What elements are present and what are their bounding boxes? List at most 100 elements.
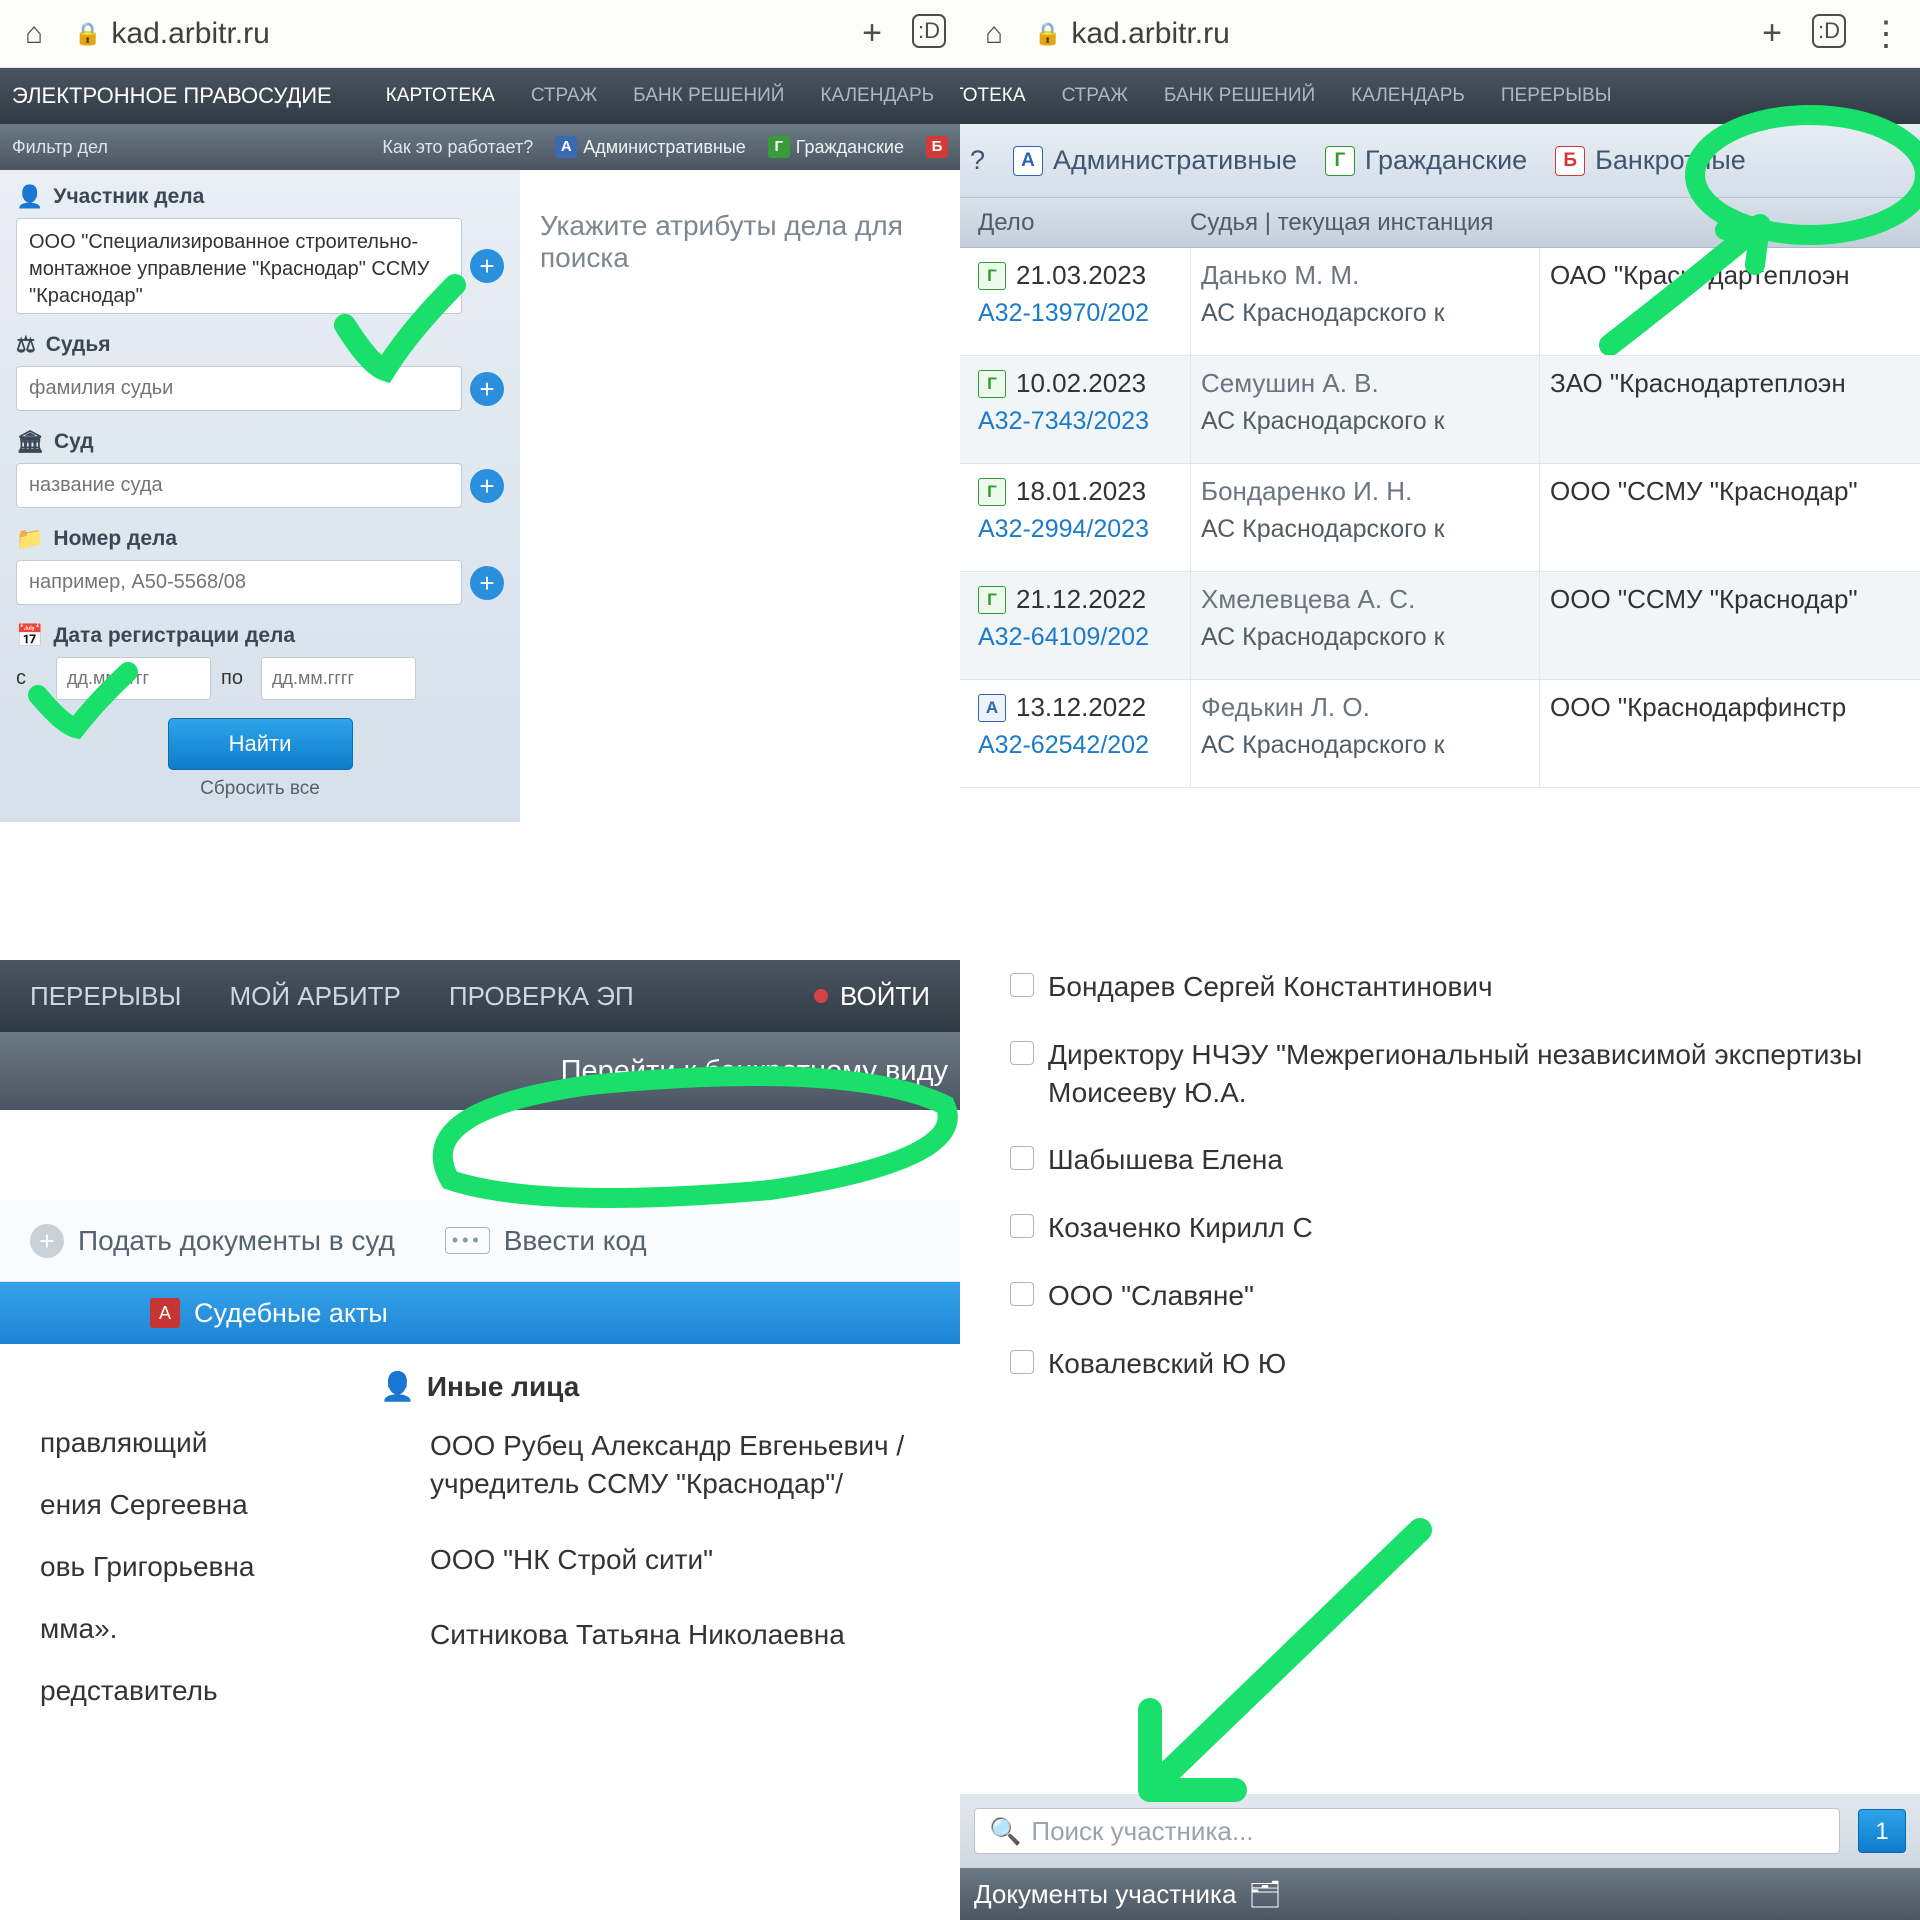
table-row[interactable]: Г21.12.2022А32-64109/202Хмелевцева А. С.… (960, 572, 1920, 680)
folder-icon: 🗂 (1248, 1879, 1281, 1910)
tab-kartoteka[interactable]: ТОТЕКА (960, 85, 1026, 107)
table-row[interactable]: А13.12.2022А32-62542/202Федькин Л. О.АС … (960, 680, 1920, 788)
person-icon: 👤 (380, 1370, 415, 1403)
menu-icon[interactable]: ⋮ (1866, 14, 1906, 54)
list-item[interactable]: ООО Рубец Александр Евгеньевич /учредите… (430, 1427, 920, 1503)
gavel-icon: ⚖ (16, 332, 36, 358)
home-icon[interactable]: ⌂ (974, 14, 1014, 54)
add-judge-button[interactable]: + (470, 372, 504, 406)
checkbox-icon[interactable] (1010, 1350, 1034, 1374)
table-row[interactable]: Г10.02.2023А32-7343/2023Семушин А. В.АС … (960, 356, 1920, 464)
tab-calendar[interactable]: КАЛЕНДАРЬ (1351, 85, 1465, 107)
tab-perer[interactable]: ПЕРЕРЫВЫ (30, 981, 181, 1012)
court-input[interactable] (16, 463, 462, 508)
filter-admin[interactable]: ААдминистративные (1013, 145, 1297, 176)
checkbox-icon[interactable] (1010, 1282, 1034, 1306)
case-input[interactable] (16, 560, 462, 605)
filter-sidebar: 👤 Участник дела ООО "Специализированное с… (0, 170, 520, 822)
search-row: 🔍Поиск участника... 1 (960, 1794, 1920, 1868)
login-button[interactable]: ВОЙТИ (814, 981, 930, 1012)
submit-docs-button[interactable]: +Подать документы в суд (30, 1224, 395, 1258)
action-bar: +Подать документы в суд •••Ввести код (0, 1200, 960, 1282)
table-row[interactable]: Г18.01.2023А32-2994/2023Бондаренко И. Н.… (960, 464, 1920, 572)
tab-strazh[interactable]: СТРАЖ (531, 85, 597, 107)
date-label: Дата регистрации дела (53, 624, 295, 648)
how-link[interactable]: Как это работает? (382, 137, 533, 158)
list-item: ения Сергеевна (40, 1489, 370, 1521)
cat-admin[interactable]: ААдминистративные (555, 136, 746, 158)
filter-bankrupt[interactable]: ББанкротные (1555, 145, 1746, 176)
checkbox-icon[interactable] (1010, 1041, 1034, 1065)
address-bar[interactable]: 🔒kad.arbitr.ru (74, 17, 270, 51)
tab-perer[interactable]: ПЕРЕРЫВЫ (1501, 85, 1612, 107)
date-from-input[interactable] (56, 657, 211, 700)
browser-chrome: ⌂ 🔒kad.arbitr.ru + :D (0, 0, 960, 68)
new-tab-icon[interactable]: + (852, 14, 892, 53)
checkbox-icon[interactable] (1010, 973, 1034, 997)
date-to-input[interactable] (261, 657, 416, 700)
judge-label: Судья (46, 333, 111, 357)
tab-bank[interactable]: БАНК РЕШЕНИЙ (1164, 85, 1315, 107)
top-nav: ПЕРЕРЫВЫ МОЙ АРБИТР ПРОВЕРКА ЭП ВОЙТИ (0, 960, 960, 1032)
how-link[interactable]: ? (970, 145, 985, 176)
main-hint: Укажите атрибуты дела для поиска (520, 170, 960, 822)
participants-list: Бондарев Сергей Константинович Директору … (960, 960, 1920, 1383)
tab-strazh[interactable]: СТРАЖ (1062, 85, 1128, 107)
add-case-button[interactable]: + (470, 566, 504, 600)
reset-link[interactable]: Сбросить все (16, 778, 504, 800)
tab-calendar[interactable]: КАЛЕНДАРЬ (820, 85, 934, 107)
add-participant-button[interactable]: + (470, 249, 504, 283)
new-tab-icon[interactable]: + (1752, 14, 1792, 54)
cat-bank[interactable]: Б (926, 136, 948, 158)
participant-search-input[interactable]: 🔍Поиск участника... (974, 1808, 1840, 1854)
home-icon[interactable]: ⌂ (14, 14, 54, 54)
cat-civil[interactable]: ГГражданские (768, 136, 904, 158)
top-nav: ЭЛЕКТРОННОЕ ПРАВОСУДИЕ КАРТОТЕКА СТРАЖ Б… (0, 68, 960, 124)
type-filter-bar: ? ААдминистративные ГГражданские ББанкро… (960, 124, 1920, 198)
search-button[interactable]: Найти (168, 718, 353, 770)
list-item[interactable]: ООО "НК Строй сити" (430, 1541, 920, 1579)
participant-label: Участник дела (53, 185, 204, 209)
participant-checkbox-item[interactable]: Шабышева Елена (1010, 1141, 1910, 1179)
annotation-arrow (1070, 1510, 1450, 1830)
folder-icon: 📁 (16, 526, 43, 552)
person-icon: 👤 (16, 184, 43, 210)
list-item: правляющий (40, 1427, 370, 1459)
list-item[interactable]: Ситникова Татьяна Николаевна (430, 1616, 920, 1654)
plus-icon: + (30, 1224, 64, 1258)
browser-chrome: ⌂ 🔒kad.arbitr.ru + :D ⋮ (960, 0, 1920, 68)
judge-input[interactable] (16, 366, 462, 411)
participant-checkbox-item[interactable]: Козаченко Кирилл С (1010, 1209, 1910, 1247)
tab-check-ep[interactable]: ПРОВЕРКА ЭП (449, 981, 634, 1012)
participant-checkbox-item[interactable]: Директору НЧЭУ "Межрегиональный независи… (1010, 1036, 1910, 1112)
tab-bank[interactable]: БАНК РЕШЕНИЙ (633, 85, 784, 107)
participant-checkbox-item[interactable]: ООО "Славяне" (1010, 1277, 1910, 1315)
tab-kartoteka[interactable]: КАРТОТЕКА (386, 85, 495, 107)
table-row[interactable]: Г21.03.2023А32-13970/202Данько М. М.АС К… (960, 248, 1920, 356)
add-court-button[interactable]: + (470, 469, 504, 503)
page-button-1[interactable]: 1 (1858, 1809, 1906, 1853)
participant-checkbox-item[interactable]: Бондарев Сергей Константинович (1010, 968, 1910, 1006)
sub-nav: Фильтр дел Как это работает? ААдминистра… (0, 124, 960, 170)
participant-input[interactable]: ООО "Специализированное строительно-монт… (16, 218, 462, 314)
address-bar[interactable]: 🔒kad.arbitr.ru (1034, 17, 1230, 51)
others-heading: Иные лица (427, 1371, 579, 1403)
tab-my-arbitr[interactable]: МОЙ АРБИТР (229, 981, 400, 1012)
list-item: редставитель (40, 1675, 370, 1707)
calendar-icon: 📅 (16, 623, 43, 649)
participant-docs-bar: Документы участника🗂 (960, 1868, 1920, 1920)
enter-code-button[interactable]: •••Ввести код (445, 1225, 647, 1257)
bankruptcy-view-bar: Перейти к банкротному виду (0, 1032, 960, 1110)
code-icon: ••• (445, 1227, 490, 1254)
bankruptcy-view-link[interactable]: Перейти к банкротному виду (561, 1055, 948, 1088)
tabs-icon[interactable]: :D (1812, 14, 1846, 48)
filter-civil[interactable]: ГГражданские (1325, 145, 1527, 176)
list-item: овь Григорьевна (40, 1551, 370, 1583)
tab-acts[interactable]: Судебные акты (194, 1298, 388, 1329)
participant-checkbox-item[interactable]: Ковалевский Ю Ю (1010, 1345, 1910, 1383)
checkbox-icon[interactable] (1010, 1214, 1034, 1238)
checkbox-icon[interactable] (1010, 1146, 1034, 1170)
court-icon: 🏛 (16, 429, 44, 455)
tabs-icon[interactable]: :D (912, 14, 946, 48)
pdf-icon: A (150, 1298, 180, 1328)
